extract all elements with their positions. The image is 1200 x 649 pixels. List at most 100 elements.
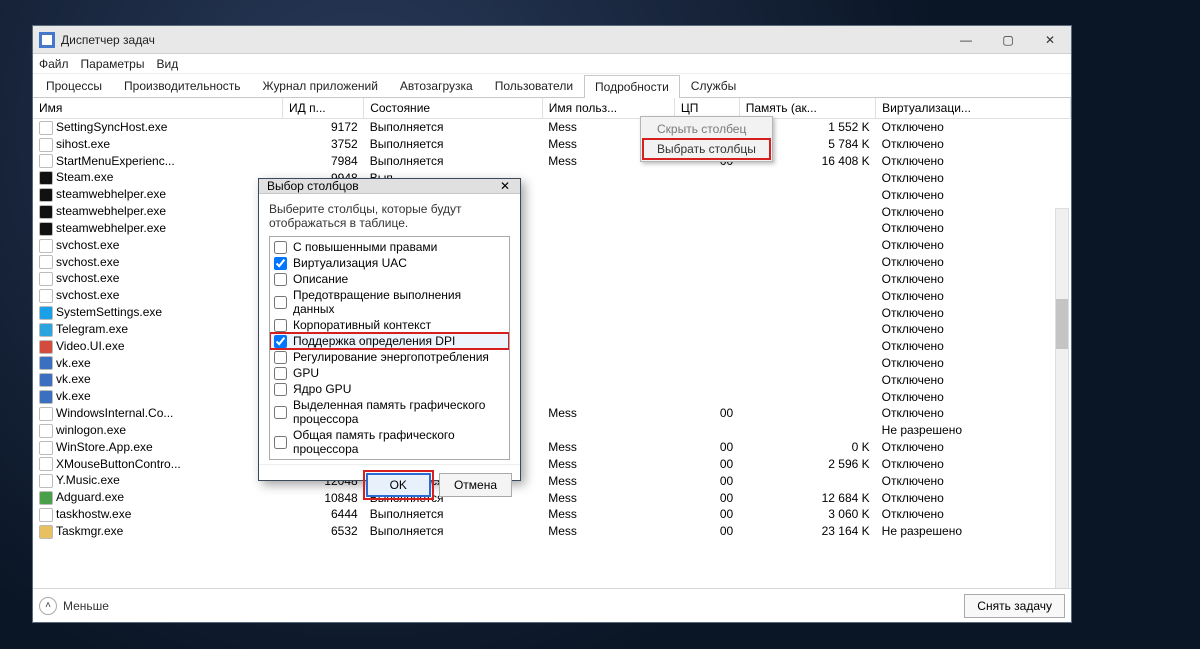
- column-option-label: Поддержка определения DPI: [293, 334, 455, 348]
- tab-0[interactable]: Процессы: [35, 74, 113, 97]
- fewer-details-button[interactable]: ˄ Меньше: [39, 597, 109, 615]
- process-grid: ИмяИД п...СостояниеИмя польз...ЦППамять …: [33, 98, 1071, 540]
- vertical-scrollbar[interactable]: [1055, 208, 1069, 588]
- column-checkbox[interactable]: [274, 367, 287, 380]
- footer: ˄ Меньше Снять задачу: [33, 588, 1071, 622]
- column-option-label: Описание: [293, 272, 348, 286]
- column-checkbox[interactable]: [274, 257, 287, 270]
- minimize-button[interactable]: —: [945, 26, 987, 54]
- scrollbar-thumb[interactable]: [1056, 299, 1068, 349]
- menu-options[interactable]: Параметры: [81, 57, 145, 71]
- table-row[interactable]: WinStore.App.exe1276ПриостановленоMess00…: [33, 439, 1071, 456]
- column-option-label: Корпоративный контекст: [293, 318, 431, 332]
- dialog-description: Выберите столбцы, которые будут отобража…: [269, 202, 510, 230]
- column-option-label: Регулирование энергопотребления: [293, 350, 489, 364]
- column-checkbox[interactable]: [274, 296, 287, 309]
- select-columns-dialog: Выбор столбцов ✕ Выберите столбцы, котор…: [258, 178, 521, 481]
- column-option-label: С повышенными правами: [293, 240, 437, 254]
- table-row[interactable]: sihost.exe3752ВыполняетсяMess005 784 KОт…: [33, 136, 1071, 153]
- column-option[interactable]: Виртуализация UAC: [270, 255, 509, 271]
- table-row[interactable]: XMouseButtonContro...9372ВыполняетсяMess…: [33, 456, 1071, 473]
- column-checkbox[interactable]: [274, 406, 287, 419]
- fewer-details-label: Меньше: [63, 599, 109, 613]
- titlebar[interactable]: Диспетчер задач — ▢ ✕: [33, 26, 1071, 54]
- columns-listbox[interactable]: С повышенными правами Виртуализация UAC Оп…: [269, 236, 510, 460]
- menu-file[interactable]: Файл: [39, 57, 69, 71]
- column-option[interactable]: С повышенными правами: [270, 239, 509, 255]
- dialog-close-button[interactable]: ✕: [490, 179, 520, 193]
- column-option[interactable]: GPU: [270, 365, 509, 381]
- tab-3[interactable]: Автозагрузка: [389, 74, 484, 97]
- column-option-label: Ядро GPU: [293, 382, 351, 396]
- table-row[interactable]: svchost.exe3812ВыпОтключено: [33, 237, 1071, 254]
- column-header[interactable]: Имя: [33, 98, 283, 119]
- table-row[interactable]: svchost.exe12756ВыпОтключено: [33, 287, 1071, 304]
- maximize-button[interactable]: ▢: [987, 26, 1029, 54]
- tab-4[interactable]: Пользователи: [484, 74, 584, 97]
- column-checkbox[interactable]: [274, 273, 287, 286]
- table-row[interactable]: svchost.exe7552ВыпОтключено: [33, 270, 1071, 287]
- tab-6[interactable]: Службы: [680, 74, 747, 97]
- tab-5[interactable]: Подробности: [584, 75, 680, 98]
- table-row[interactable]: steamwebhelper.exe8196ВыпОтключено: [33, 203, 1071, 220]
- column-option[interactable]: Предотвращение выполнения данных: [270, 287, 509, 317]
- tab-strip: ПроцессыПроизводительностьЖурнал приложе…: [33, 74, 1071, 98]
- table-row[interactable]: Video.UI.exe11516ПриоОтключено: [33, 338, 1071, 355]
- app-icon: [39, 32, 55, 48]
- column-option[interactable]: Поддержка определения DPI: [270, 333, 509, 349]
- table-row[interactable]: StartMenuExperienc...7984ВыполняетсяMess…: [33, 153, 1071, 170]
- close-button[interactable]: ✕: [1029, 26, 1071, 54]
- column-context-menu: Скрыть столбец Выбрать столбцы: [640, 116, 773, 162]
- process-table-area: ИмяИД п...СостояниеИмя польз...ЦППамять …: [33, 98, 1071, 588]
- dialog-title-text: Выбор столбцов: [267, 179, 490, 193]
- column-option-label: Выделенная память графического процессор…: [293, 398, 505, 426]
- column-checkbox[interactable]: [274, 241, 287, 254]
- task-manager-window: Диспетчер задач — ▢ ✕ Файл Параметры Вид…: [32, 25, 1072, 623]
- column-header[interactable]: Состояние: [364, 98, 543, 119]
- table-row[interactable]: winlogon.exe900ВыполняетсяНе разрешено: [33, 422, 1071, 439]
- menu-item-hide-column: Скрыть столбец: [643, 119, 770, 139]
- table-row[interactable]: SystemSettings.exe2000ПриоОтключено: [33, 304, 1071, 321]
- table-row[interactable]: svchost.exe3744ВыпОтключено: [33, 254, 1071, 271]
- grid-header-row[interactable]: ИмяИД п...СостояниеИмя польз...ЦППамять …: [33, 98, 1071, 119]
- column-header[interactable]: ИД п...: [283, 98, 364, 119]
- table-row[interactable]: Steam.exe9948ВыпОтключено: [33, 169, 1071, 186]
- dialog-titlebar[interactable]: Выбор столбцов ✕: [259, 179, 520, 194]
- menubar: Файл Параметры Вид: [33, 54, 1071, 74]
- column-option[interactable]: Общая память графического процессора: [270, 427, 509, 457]
- column-option-label: GPU: [293, 366, 319, 380]
- table-row[interactable]: steamwebhelper.exe9900ВыпОтключено: [33, 186, 1071, 203]
- column-checkbox[interactable]: [274, 436, 287, 449]
- table-row[interactable]: Y.Music.exe12048ВыполняетсяMess00Отключе…: [33, 472, 1071, 489]
- table-row[interactable]: Adguard.exe10848ВыполняетсяMess0012 684 …: [33, 489, 1071, 506]
- column-checkbox[interactable]: [274, 319, 287, 332]
- column-option[interactable]: Описание: [270, 271, 509, 287]
- column-checkbox[interactable]: [274, 351, 287, 364]
- column-checkbox[interactable]: [274, 335, 287, 348]
- table-row[interactable]: vk.exe9508ВыпОтключено: [33, 355, 1071, 372]
- table-row[interactable]: Telegram.exe11640ВыпОтключено: [33, 321, 1071, 338]
- menu-view[interactable]: Вид: [156, 57, 178, 71]
- table-row[interactable]: Taskmgr.exe6532ВыполняетсяMess0023 164 K…: [33, 523, 1071, 540]
- table-row[interactable]: vk.exe10640ВыпОтключено: [33, 388, 1071, 405]
- ok-button[interactable]: OK: [366, 473, 431, 497]
- table-row[interactable]: WindowsInternal.Co...6460ВыполняетсяMess…: [33, 405, 1071, 422]
- column-checkbox[interactable]: [274, 383, 287, 396]
- column-option-label: Предотвращение выполнения данных: [293, 288, 505, 316]
- table-row[interactable]: vk.exe9348ВыпОтключено: [33, 371, 1071, 388]
- table-row[interactable]: SettingSyncHost.exe9172ВыполняетсяMess00…: [33, 119, 1071, 136]
- column-option[interactable]: Регулирование энергопотребления: [270, 349, 509, 365]
- column-option[interactable]: Корпоративный контекст: [270, 317, 509, 333]
- table-row[interactable]: taskhostw.exe6444ВыполняетсяMess003 060 …: [33, 506, 1071, 523]
- chevron-up-icon: ˄: [39, 597, 57, 615]
- end-task-button[interactable]: Снять задачу: [964, 594, 1065, 618]
- column-option[interactable]: Выделенная память графического процессор…: [270, 397, 509, 427]
- column-option[interactable]: Ядро GPU: [270, 381, 509, 397]
- menu-item-select-columns[interactable]: Выбрать столбцы: [643, 139, 770, 159]
- tab-1[interactable]: Производительность: [113, 74, 251, 97]
- column-option-label: Виртуализация UAC: [293, 256, 407, 270]
- cancel-button[interactable]: Отмена: [439, 473, 512, 497]
- column-header[interactable]: Виртуализаци...: [876, 98, 1071, 119]
- table-row[interactable]: steamwebhelper.exe9212ВыпОтключено: [33, 220, 1071, 237]
- tab-2[interactable]: Журнал приложений: [252, 74, 389, 97]
